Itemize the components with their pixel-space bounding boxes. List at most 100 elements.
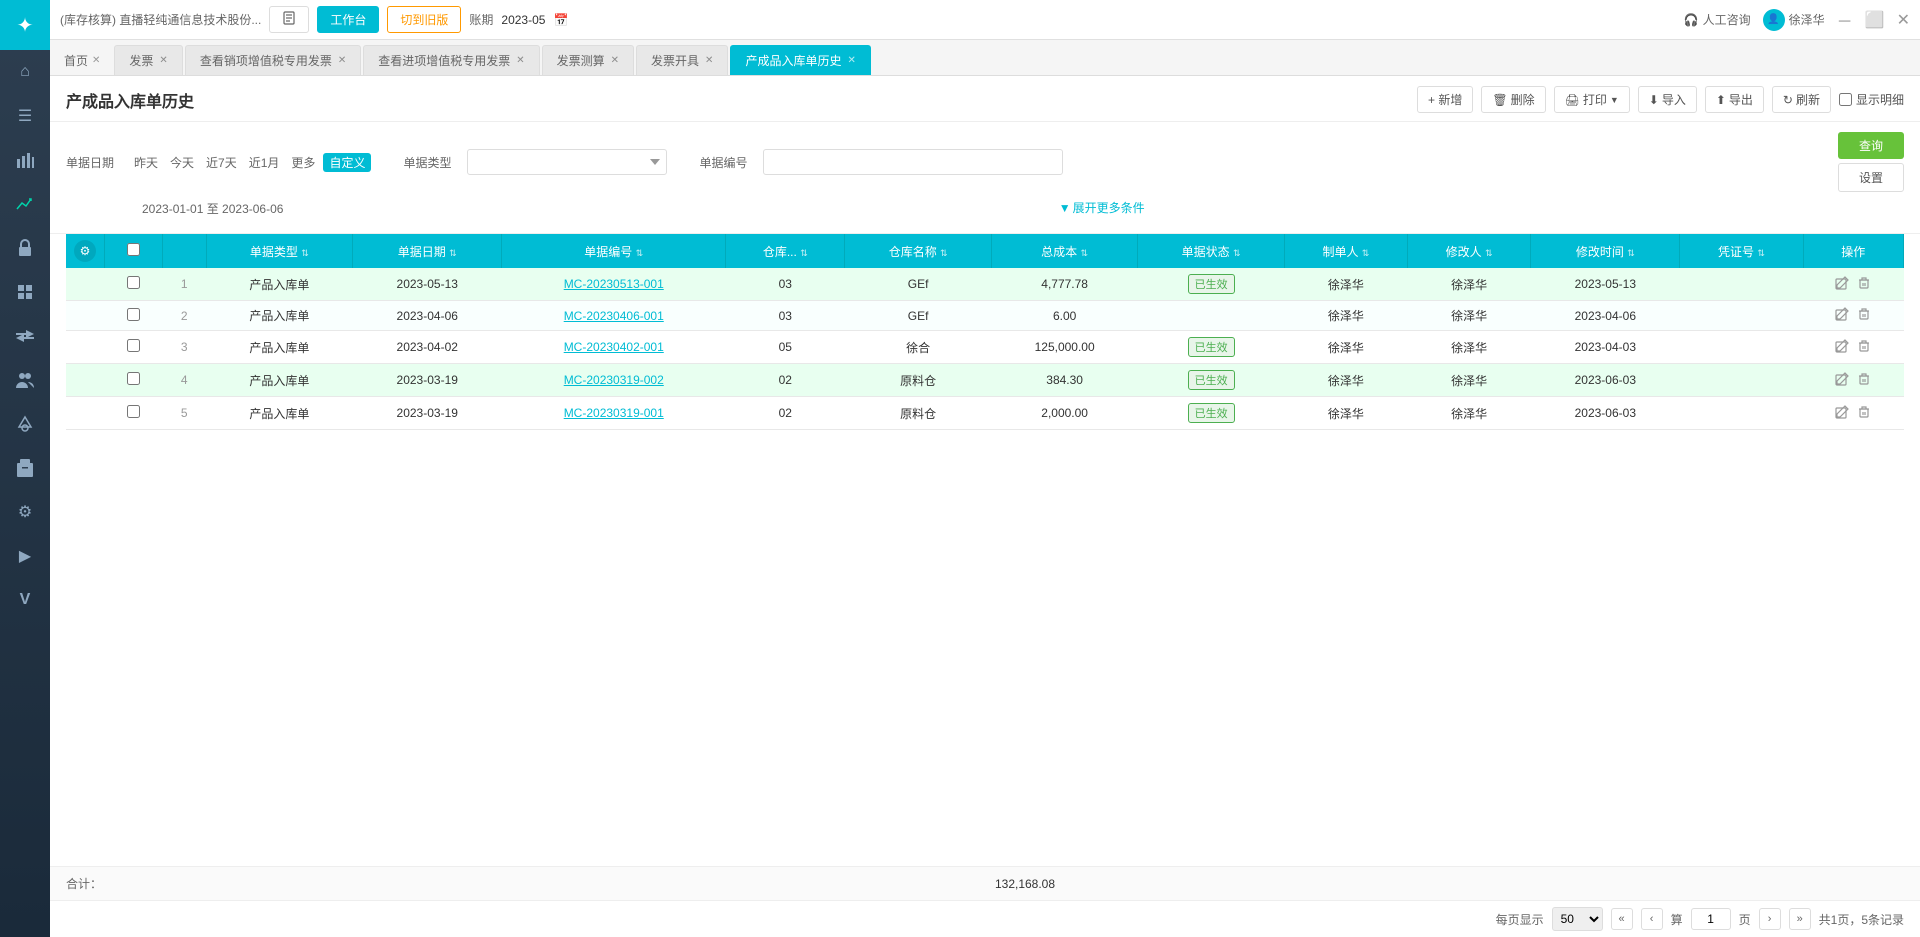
tab-invoice-calc[interactable]: 发票测算 ✕ (542, 45, 634, 75)
shortcut-today[interactable]: 今天 (166, 153, 198, 172)
doc-type-select[interactable] (467, 149, 667, 175)
row-delete-icon[interactable] (1857, 307, 1871, 324)
sort-warehouse-code[interactable]: ⇅ (800, 248, 808, 258)
user-service[interactable]: 🎧 人工咨询 (1684, 11, 1751, 28)
sidebar-item-analysis[interactable] (0, 182, 50, 226)
row-edit-icon[interactable] (1835, 307, 1849, 324)
col-modify-time[interactable]: 修改时间 ⇅ (1531, 234, 1680, 268)
print-dropdown-icon[interactable]: ▼ (1610, 95, 1619, 105)
sort-warehouse-name[interactable]: ⇅ (940, 248, 948, 258)
tab-home-close[interactable]: ✕ (92, 55, 100, 66)
first-page-btn[interactable]: « (1611, 908, 1633, 930)
row-checkbox[interactable] (127, 276, 140, 289)
col-doc-status[interactable]: 单据状态 ⇅ (1138, 234, 1284, 268)
row-doc-number[interactable]: MC-20230406-001 (502, 301, 726, 331)
export-btn[interactable]: ⬆ 导出 (1705, 86, 1764, 113)
row-checkbox[interactable] (127, 405, 140, 418)
col-doc-date[interactable]: 单据日期 ⇅ (353, 234, 502, 268)
next-page-btn[interactable]: › (1759, 908, 1781, 930)
prev-page-btn[interactable]: ‹ (1641, 908, 1663, 930)
col-doc-number[interactable]: 单据编号 ⇅ (502, 234, 726, 268)
sidebar-item-grid[interactable] (0, 270, 50, 314)
col-total-cost[interactable]: 总成本 ⇅ (991, 234, 1138, 268)
minimize-icon[interactable]: － (1837, 8, 1853, 32)
tab-invoice-calc-close[interactable]: ✕ (611, 55, 619, 66)
sort-doc-type[interactable]: ⇅ (301, 248, 309, 258)
row-delete-icon[interactable] (1857, 405, 1871, 422)
row-edit-icon[interactable] (1835, 372, 1849, 389)
row-doc-number[interactable]: MC-20230513-001 (502, 268, 726, 301)
col-checkbox[interactable] (105, 234, 163, 268)
workstation-btn[interactable]: 工作台 (317, 6, 379, 33)
display-toggle-checkbox[interactable] (1839, 93, 1852, 106)
user-profile[interactable]: 👤 徐泽华 (1763, 9, 1825, 31)
sidebar-item-settings[interactable]: ⚙ (0, 490, 50, 534)
query-btn[interactable]: 查询 (1838, 132, 1904, 159)
switch-btn[interactable]: 切到旧版 (387, 6, 461, 33)
tab-product-history-close[interactable]: ✕ (847, 55, 855, 66)
row-checkbox-cell[interactable] (105, 364, 163, 397)
tab-view-output-vat-close[interactable]: ✕ (338, 55, 346, 66)
sidebar-item-chart[interactable] (0, 138, 50, 182)
row-doc-number[interactable]: MC-20230319-002 (502, 364, 726, 397)
sort-total-cost[interactable]: ⇅ (1081, 248, 1089, 258)
row-edit-icon[interactable] (1835, 339, 1849, 356)
col-modifier[interactable]: 修改人 ⇅ (1408, 234, 1531, 268)
set-btn[interactable]: 设置 (1838, 163, 1904, 192)
tab-view-output-vat[interactable]: 查看销项增值税专用发票 ✕ (185, 45, 361, 75)
row-delete-icon[interactable] (1857, 339, 1871, 356)
select-all-checkbox[interactable] (127, 243, 140, 256)
shortcut-yesterday[interactable]: 昨天 (130, 153, 162, 172)
sidebar-item-home[interactable]: ⌂ (0, 50, 50, 94)
tab-product-history[interactable]: 产成品入库单历史 ✕ (730, 45, 870, 75)
new-btn[interactable]: + 新增 (1417, 86, 1473, 113)
delete-btn[interactable]: 🗑 删除 (1481, 86, 1545, 113)
calendar-icon[interactable]: 📅 (553, 13, 568, 27)
per-page-select[interactable]: 50 100 200 (1552, 907, 1603, 931)
doc-icon-btn[interactable] (269, 6, 309, 33)
col-warehouse-name[interactable]: 仓库名称 ⇅ (845, 234, 991, 268)
tab-view-input-vat-close[interactable]: ✕ (516, 55, 524, 66)
row-checkbox-cell[interactable] (105, 397, 163, 430)
refresh-btn[interactable]: ↻ 刷新 (1772, 86, 1831, 113)
row-doc-number[interactable]: MC-20230402-001 (502, 331, 726, 364)
sort-doc-number[interactable]: ⇅ (636, 248, 644, 258)
expand-conditions-btn[interactable]: ▼ 展开更多条件 (1059, 199, 1145, 216)
row-doc-number[interactable]: MC-20230319-001 (502, 397, 726, 430)
row-edit-icon[interactable] (1835, 405, 1849, 422)
last-page-btn[interactable]: » (1789, 908, 1811, 930)
doc-number-input[interactable] (763, 149, 1063, 175)
shortcut-more[interactable]: 更多 (287, 153, 319, 172)
col-voucher-num[interactable]: 凭证号 ⇅ (1680, 234, 1803, 268)
row-delete-icon[interactable] (1857, 372, 1871, 389)
close-icon[interactable]: ✕ (1897, 10, 1910, 30)
row-checkbox[interactable] (127, 372, 140, 385)
sidebar-item-recycle[interactable] (0, 402, 50, 446)
maximize-icon[interactable]: ⬜ (1865, 10, 1885, 30)
row-delete-icon[interactable] (1857, 276, 1871, 293)
sidebar-item-people[interactable] (0, 358, 50, 402)
sort-modifier[interactable]: ⇅ (1485, 248, 1493, 258)
sidebar-item-play[interactable]: ▶ (0, 534, 50, 578)
row-checkbox[interactable] (127, 308, 140, 321)
print-btn[interactable]: 🖨 打印 ▼ (1554, 86, 1630, 113)
shortcut-custom[interactable]: 自定义 (323, 153, 371, 172)
sort-modify-time[interactable]: ⇅ (1627, 248, 1635, 258)
tab-invoice-open-close[interactable]: ✕ (705, 55, 713, 66)
shortcut-7days[interactable]: 近7天 (202, 153, 241, 172)
page-number-input[interactable] (1691, 908, 1731, 930)
tab-view-input-vat[interactable]: 查看进项增值税专用发票 ✕ (363, 45, 539, 75)
sidebar-item-doc[interactable]: ☰ (0, 94, 50, 138)
col-settings[interactable]: ⚙ (66, 234, 105, 268)
col-doc-type[interactable]: 单据类型 ⇅ (206, 234, 353, 268)
col-warehouse-code[interactable]: 仓库... ⇅ (726, 234, 845, 268)
tab-invoice[interactable]: 发票 ✕ (114, 45, 182, 75)
tab-invoice-open[interactable]: 发票开具 ✕ (636, 45, 728, 75)
sort-creator[interactable]: ⇅ (1362, 248, 1370, 258)
tab-invoice-close[interactable]: ✕ (159, 55, 167, 66)
row-checkbox-cell[interactable] (105, 331, 163, 364)
row-checkbox-cell[interactable] (105, 301, 163, 331)
sidebar-item-archive[interactable] (0, 446, 50, 490)
sidebar-item-lock[interactable] (0, 226, 50, 270)
row-checkbox-cell[interactable] (105, 268, 163, 301)
